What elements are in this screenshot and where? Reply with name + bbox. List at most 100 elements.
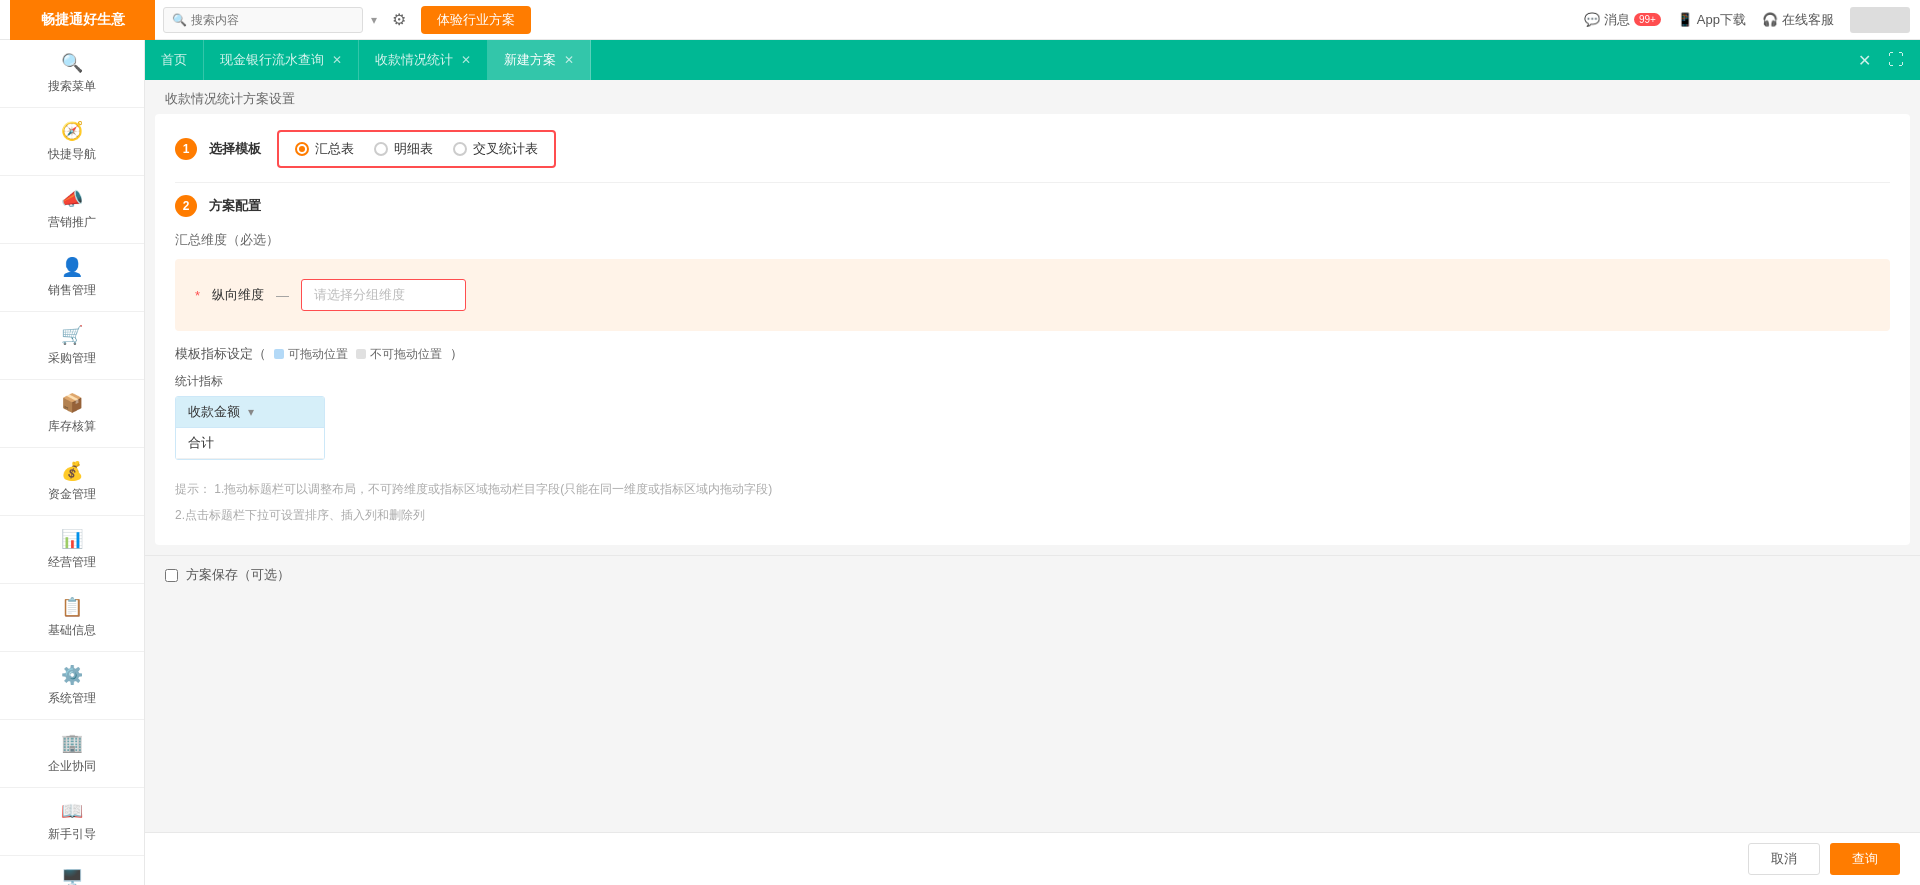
tab-cash-flow-close[interactable]: ✕	[332, 53, 342, 67]
sidebar-item-marketing[interactable]: 📣 营销推广	[0, 176, 144, 244]
sidebar-item-label: 销售管理	[48, 282, 96, 299]
query-button[interactable]: 查询	[1830, 843, 1900, 875]
search-input[interactable]	[191, 13, 331, 27]
radio-cross-label: 交叉统计表	[473, 140, 538, 158]
settings-icon[interactable]: ⚙	[385, 6, 413, 34]
dimension-row: * 纵向维度 — 请选择分组维度	[195, 279, 1870, 311]
sidebar-item-basic-info[interactable]: 📋 基础信息	[0, 584, 144, 652]
system-icon: ⚙️	[61, 664, 83, 686]
tab-maximize-button[interactable]: ⛶	[1882, 46, 1910, 74]
nav-icon: 🧭	[61, 120, 83, 142]
non-draggable-hint: 不可拖动位置	[356, 346, 442, 363]
metrics-hint-label: 模板指标设定（	[175, 345, 266, 363]
metrics-row-label: 合计	[188, 435, 214, 450]
management-icon: 📊	[61, 528, 83, 550]
sidebar-item-search[interactable]: 🔍 搜索菜单	[0, 40, 144, 108]
metrics-section-label: 统计指标	[175, 373, 1890, 390]
dimension-input[interactable]: 请选择分组维度	[301, 279, 466, 311]
search-menu-icon: 🔍	[61, 52, 83, 74]
purchase-icon: 🛒	[61, 324, 83, 346]
sidebar-item-label: 经营管理	[48, 554, 96, 571]
user-avatar[interactable]	[1850, 7, 1910, 33]
sidebar-item-sales[interactable]: 👤 销售管理	[0, 244, 144, 312]
radio-detail-label: 明细表	[394, 140, 433, 158]
tab-home[interactable]: 首页	[145, 40, 204, 80]
non-draggable-dot	[356, 349, 366, 359]
step2-badge: 2	[175, 195, 197, 217]
tab-new-plan[interactable]: 新建方案 ✕	[488, 40, 591, 80]
cancel-button[interactable]: 取消	[1748, 843, 1820, 875]
search-dropdown-icon[interactable]: ▾	[371, 13, 377, 27]
sidebar-item-nav[interactable]: 🧭 快捷导航	[0, 108, 144, 176]
tab-close-all-button[interactable]: ✕	[1850, 46, 1878, 74]
draggable-hint: 可拖动位置	[274, 346, 348, 363]
top-header: 畅捷通好生意 🔍 ▾ ⚙ 体验行业方案 💬 消息 99+ 📱 App下载 🎧 在…	[0, 0, 1920, 40]
dimension-area: * 纵向维度 — 请选择分组维度	[175, 259, 1890, 331]
service-label: 在线客服	[1782, 11, 1834, 29]
sales-icon: 👤	[61, 256, 83, 278]
sidebar-item-label: 资金管理	[48, 486, 96, 503]
metrics-col-label: 收款金额	[188, 403, 240, 421]
download-icon: 📱	[1677, 12, 1693, 27]
download-item[interactable]: 📱 App下载	[1677, 11, 1746, 29]
trial-button[interactable]: 体验行业方案	[421, 6, 531, 34]
sidebar-item-enterprise[interactable]: 🏢 企业协同	[0, 720, 144, 788]
sidebar-item-guide[interactable]: 📖 新手引导	[0, 788, 144, 856]
metrics-row: 合计	[176, 428, 324, 459]
sidebar-item-management[interactable]: 📊 经营管理	[0, 516, 144, 584]
main-layout: 🔍 搜索菜单 🧭 快捷导航 📣 营销推广 👤 销售管理 🛒 采购管理 📦 库存核…	[0, 40, 1920, 885]
message-label: 消息	[1604, 11, 1630, 29]
radio-cross-dot	[453, 142, 467, 156]
tab-receivable-close[interactable]: ✕	[461, 53, 471, 67]
sidebar-item-label: 采购管理	[48, 350, 96, 367]
tab-receivable[interactable]: 收款情况统计 ✕	[359, 40, 488, 80]
draggable-dot	[274, 349, 284, 359]
main-card: 1 选择模板 汇总表 明细表	[155, 114, 1910, 545]
dimension-section-label: 汇总维度（必选）	[175, 231, 1890, 249]
metrics-dropdown-icon[interactable]: ▾	[248, 405, 254, 419]
tab-cash-flow[interactable]: 现金银行流水查询 ✕	[204, 40, 359, 80]
sidebar-item-hardware[interactable]: 🖥️ 智能硬件	[0, 856, 144, 885]
non-draggable-label: 不可拖动位置	[370, 346, 442, 363]
step1-badge: 1	[175, 138, 197, 160]
logo: 畅捷通好生意	[10, 0, 155, 40]
sidebar-item-system[interactable]: ⚙️ 系统管理	[0, 652, 144, 720]
tab-new-plan-close[interactable]: ✕	[564, 53, 574, 67]
message-item[interactable]: 💬 消息 99+	[1584, 11, 1661, 29]
tab-home-label: 首页	[161, 51, 187, 69]
search-icon: 🔍	[172, 13, 187, 27]
radio-cross[interactable]: 交叉统计表	[453, 140, 538, 158]
finance-icon: 💰	[61, 460, 83, 482]
hardware-icon: 🖥️	[61, 868, 83, 885]
sidebar-item-label: 快捷导航	[48, 146, 96, 163]
divider1	[175, 182, 1890, 183]
config-section: 汇总维度（必选） * 纵向维度 — 请选择分组维度 模板指标设定（	[175, 231, 1890, 527]
step1-label: 选择模板	[209, 140, 261, 158]
step2-label: 方案配置	[209, 197, 261, 215]
service-item[interactable]: 🎧 在线客服	[1762, 11, 1834, 29]
basic-info-icon: 📋	[61, 596, 83, 618]
message-icon: 💬	[1584, 12, 1600, 27]
marketing-icon: 📣	[61, 188, 83, 210]
tab-new-plan-label: 新建方案	[504, 51, 556, 69]
tips-section: 提示： 1.拖动标题栏可以调整布局，不可跨维度或指标区域拖动栏目字段(只能在同一…	[175, 477, 1890, 527]
sidebar-item-inventory[interactable]: 📦 库存核算	[0, 380, 144, 448]
inventory-icon: 📦	[61, 392, 83, 414]
page-title-bar: 收款情况统计方案设置	[145, 80, 1920, 114]
radio-detail[interactable]: 明细表	[374, 140, 433, 158]
save-option-checkbox[interactable]	[165, 569, 178, 582]
sidebar-item-label: 基础信息	[48, 622, 96, 639]
sidebar-item-label: 搜索菜单	[48, 78, 96, 95]
sidebar-item-purchase[interactable]: 🛒 采购管理	[0, 312, 144, 380]
sidebar-item-finance[interactable]: 💰 资金管理	[0, 448, 144, 516]
step1-row: 1 选择模板 汇总表 明细表	[175, 130, 1890, 168]
radio-summary[interactable]: 汇总表	[295, 140, 354, 158]
tab-bar: 首页 现金银行流水查询 ✕ 收款情况统计 ✕ 新建方案 ✕ ✕ ⛶	[145, 40, 1920, 80]
dimension-row-label: 纵向维度	[212, 286, 264, 304]
save-option-bar: 方案保存（可选）	[145, 555, 1920, 594]
metrics-header[interactable]: 收款金额 ▾	[176, 397, 324, 428]
header-search-box[interactable]: 🔍	[163, 7, 363, 33]
page-title: 收款情况统计方案设置	[165, 91, 295, 106]
save-option-label: 方案保存（可选）	[186, 566, 290, 584]
sidebar: 🔍 搜索菜单 🧭 快捷导航 📣 营销推广 👤 销售管理 🛒 采购管理 📦 库存核…	[0, 40, 145, 885]
